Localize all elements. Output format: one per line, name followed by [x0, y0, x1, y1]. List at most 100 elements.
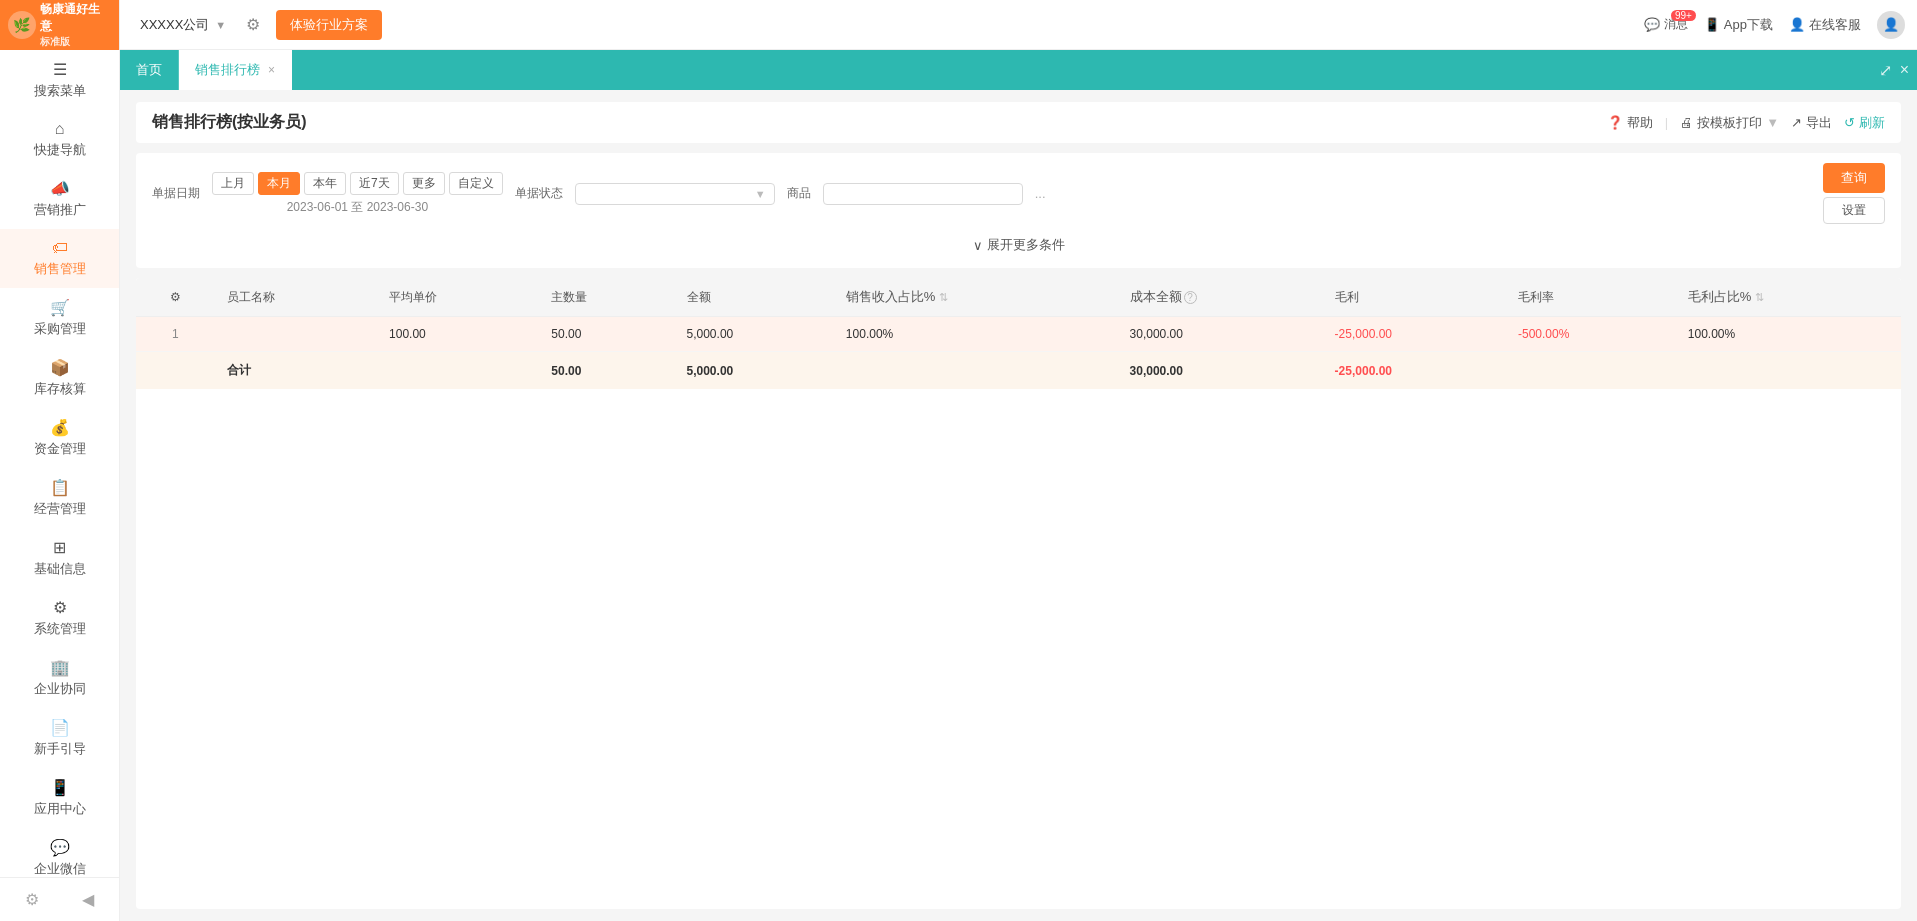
footer-qty: 50.00 [539, 352, 674, 390]
sidebar-item-operation[interactable]: 📋 经营管理 [0, 468, 119, 528]
print-button[interactable]: 🖨 按模板打印 ▼ [1680, 114, 1779, 132]
topbar-avatar[interactable]: 👤 [1877, 11, 1905, 39]
weixin-icon: 💬 [50, 838, 70, 857]
sidebar-collapse-btn[interactable]: ◀ [78, 886, 98, 913]
footer-amount: 5,000.00 [675, 352, 834, 390]
sidebar-item-purchase[interactable]: 🛒 采购管理 [0, 288, 119, 348]
logo-title: 畅康通好生意 [40, 1, 111, 35]
status-filter-select[interactable]: ▼ [575, 183, 775, 205]
sidebar-item-basic[interactable]: ⊞ 基础信息 [0, 528, 119, 588]
trial-button[interactable]: 体验行业方案 [276, 10, 382, 40]
footer-gross: -25,000.00 [1323, 352, 1506, 390]
goods-filter-input[interactable] [823, 183, 1023, 205]
sidebar-item-guide[interactable]: 📄 新手引导 [0, 708, 119, 768]
sidebar-item-collab[interactable]: 🏢 企业协同 [0, 648, 119, 708]
date-btn-custom[interactable]: 自定义 [449, 172, 503, 195]
expand-more-button[interactable]: ∨ 展开更多条件 [973, 232, 1065, 258]
date-filter-btns: 上月 本月 本年 近7天 更多 自定义 [212, 172, 503, 195]
service-icon: 👤 [1789, 17, 1805, 32]
cost-help-icon[interactable]: ? [1184, 291, 1197, 304]
sidebar: 🌿 畅康通好生意 标准版 ☰ 搜索菜单 ⌂ 快捷导航 📣 营销推广 🏷 销售管理… [0, 0, 120, 921]
sales-pct-label: 销售收入占比% [846, 289, 936, 304]
app-download-label: App下载 [1724, 16, 1773, 34]
sidebar-footer: ⚙ ◀ [0, 877, 119, 921]
tab-close-all-icon[interactable]: × [1900, 61, 1909, 79]
logo-sub: 标准版 [40, 35, 111, 49]
home-icon: ⌂ [55, 120, 65, 138]
page-actions: ❓ 帮助 | 🖨 按模板打印 ▼ ↗ 导出 ↺ 刷新 [1607, 114, 1885, 132]
basic-icon: ⊞ [53, 538, 66, 557]
cell-cost: 30,000.00 [1118, 317, 1323, 352]
date-range-display: 2023-06-01 至 2023-06-30 [287, 199, 428, 216]
sales-pct-sort-icon[interactable]: ⇅ [939, 291, 948, 303]
main-area: XXXXX公司 ▼ ⚙ 体验行业方案 💬 消息 99+ 📱 App下载 👤 在线… [120, 0, 1917, 921]
sidebar-item-weixin[interactable]: 💬 企业微信 [0, 828, 119, 877]
message-icon: 💬 [1644, 17, 1660, 32]
filter-ellipsis[interactable]: ... [1035, 186, 1046, 201]
tab-sales-rank[interactable]: 销售排行榜 × [179, 50, 292, 90]
sidebar-item-label: 基础信息 [34, 560, 86, 578]
sidebar-item-shortcut[interactable]: ⌂ 快捷导航 [0, 110, 119, 169]
sidebar-item-inventory[interactable]: 📦 库存核算 [0, 348, 119, 408]
sidebar-item-sales[interactable]: 🏷 销售管理 [0, 229, 119, 288]
date-btn-this-year[interactable]: 本年 [304, 172, 346, 195]
sidebar-item-label: 系统管理 [34, 620, 86, 638]
topbar-app-download[interactable]: 📱 App下载 [1704, 16, 1773, 34]
sidebar-item-search[interactable]: ☰ 搜索菜单 [0, 50, 119, 110]
sidebar-item-label: 经营管理 [34, 500, 86, 518]
date-btn-last-month[interactable]: 上月 [212, 172, 254, 195]
sidebar-item-label: 搜索菜单 [34, 82, 86, 100]
date-btn-more[interactable]: 更多 [403, 172, 445, 195]
export-button[interactable]: ↗ 导出 [1791, 114, 1832, 132]
cell-gross-rate: -500.00% [1506, 317, 1676, 352]
filter-expand-row: ∨ 展开更多条件 [152, 232, 1885, 258]
column-gross-rate: 毛利率 [1506, 278, 1676, 317]
company-selector[interactable]: XXXXX公司 ▼ [132, 12, 234, 38]
table-head: ⚙ 员工名称 平均单价 主数量 全额 销售收入占比% ⇅ 成本全额 ? [136, 278, 1901, 317]
topbar-settings-icon[interactable]: ⚙ [246, 15, 260, 34]
column-cost: 成本全额 ? [1118, 278, 1323, 317]
topbar-online-service[interactable]: 👤 在线客服 [1789, 16, 1861, 34]
help-label: 帮助 [1627, 114, 1653, 132]
sidebar-item-finance[interactable]: 💰 资金管理 [0, 408, 119, 468]
sidebar-item-label: 采购管理 [34, 320, 86, 338]
column-qty: 主数量 [539, 278, 674, 317]
date-btn-7days[interactable]: 近7天 [350, 172, 399, 195]
sidebar-item-system[interactable]: ⚙ 系统管理 [0, 588, 119, 648]
sidebar-item-label: 快捷导航 [34, 141, 86, 159]
query-button[interactable]: 查询 [1823, 163, 1885, 193]
column-amount: 全额 [675, 278, 834, 317]
cell-avg-price: 100.00 [377, 317, 539, 352]
sidebar-item-label: 企业协同 [34, 680, 86, 698]
table-row: 1 100.00 50.00 5,000.00 100.00% 30,000.0… [136, 317, 1901, 352]
tab-maximize-icon[interactable]: ⤢ [1879, 61, 1892, 80]
sidebar-item-marketing[interactable]: 📣 营销推广 [0, 169, 119, 229]
column-gear[interactable]: ⚙ [136, 278, 215, 317]
filter-row-1: 单据日期 上月 本月 本年 近7天 更多 自定义 2023-06-01 至 20… [152, 163, 1885, 224]
date-btn-this-month[interactable]: 本月 [258, 172, 300, 195]
goods-input-placeholder [832, 187, 835, 201]
search-menu-icon: ☰ [53, 60, 67, 79]
status-select-value [584, 187, 749, 201]
marketing-icon: 📣 [50, 179, 70, 198]
topbar-message-btn[interactable]: 💬 消息 99+ [1644, 16, 1688, 33]
tab-home[interactable]: 首页 [120, 50, 179, 90]
sidebar-item-label: 资金管理 [34, 440, 86, 458]
filter-settings-button[interactable]: 设置 [1823, 197, 1885, 224]
filter-bar: 单据日期 上月 本月 本年 近7天 更多 自定义 2023-06-01 至 20… [136, 153, 1901, 268]
refresh-button[interactable]: ↺ 刷新 [1844, 114, 1885, 132]
sidebar-settings-btn[interactable]: ⚙ [21, 886, 43, 913]
print-icon: 🖨 [1680, 115, 1693, 130]
service-label: 在线客服 [1809, 16, 1861, 34]
help-button[interactable]: ❓ 帮助 [1607, 114, 1653, 132]
topbar-right: 💬 消息 99+ 📱 App下载 👤 在线客服 👤 [1644, 11, 1905, 39]
export-icon: ↗ [1791, 115, 1802, 130]
refresh-icon: ↺ [1844, 115, 1855, 130]
cell-sales-pct: 100.00% [834, 317, 1118, 352]
sidebar-item-appcenter[interactable]: 📱 应用中心 [0, 768, 119, 828]
tab-close-icon[interactable]: × [268, 63, 275, 77]
tab-home-label: 首页 [136, 61, 162, 79]
gross-pct-sort-icon[interactable]: ⇅ [1755, 291, 1764, 303]
query-btn-row: 查询 设置 [1823, 163, 1885, 224]
status-filter-label: 单据状态 [515, 185, 563, 202]
